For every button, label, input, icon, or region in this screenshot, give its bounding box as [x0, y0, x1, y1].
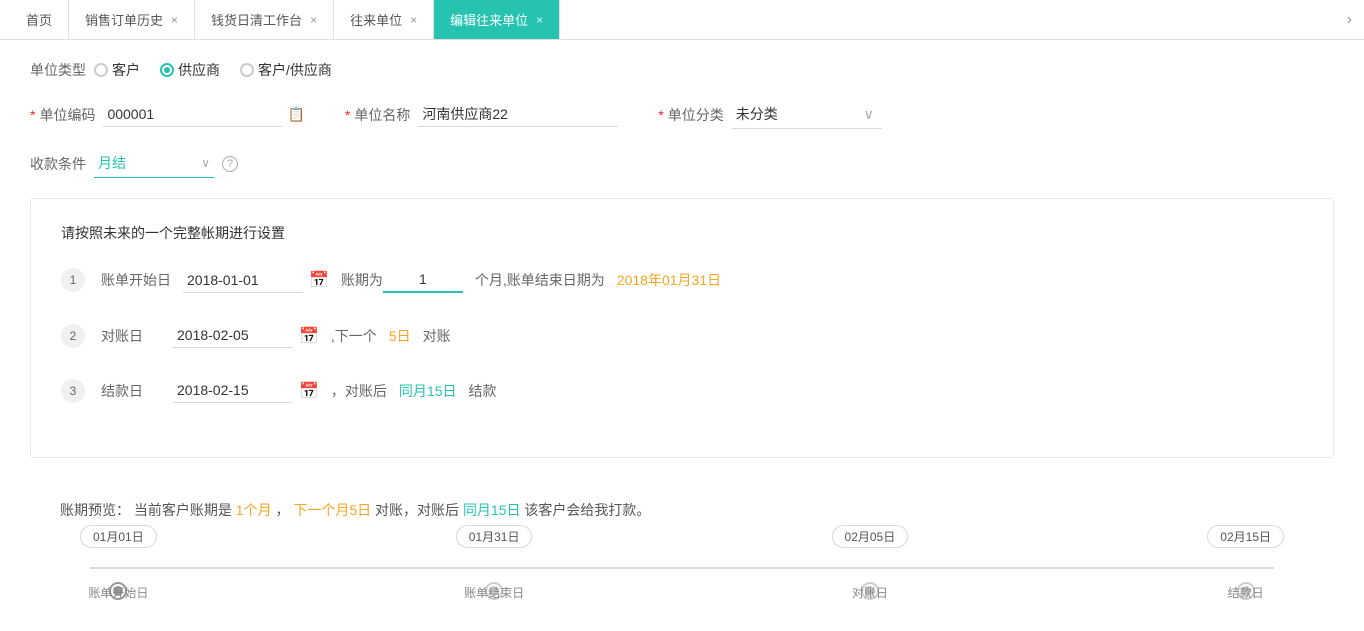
- tab-sales-order[interactable]: 销售订单历史 ×: [69, 0, 195, 39]
- required-star: *: [658, 107, 663, 123]
- unit-type-radio-group: 客户 供应商 客户/供应商: [94, 60, 332, 80]
- preview-mid2: 对账，对账后: [375, 502, 459, 518]
- unit-name-label: 单位名称: [354, 105, 410, 125]
- preview-mid1: ，: [275, 502, 289, 518]
- close-icon[interactable]: ×: [171, 13, 178, 27]
- setting-row-1: 1 账单开始日 📅 账期为 个月,账单结束日期为 2018年01月31日: [61, 267, 1303, 293]
- preview-period: 1个月: [236, 502, 272, 518]
- row-number-1: 1: [61, 268, 85, 292]
- help-icon[interactable]: ?: [222, 156, 238, 172]
- unit-category-group: * 单位分类 未分类 ∨: [658, 100, 881, 129]
- timeline-label-4: 结款日: [1228, 584, 1264, 601]
- tab-partner[interactable]: 往来单位 ×: [334, 0, 434, 39]
- calendar-icon[interactable]: 📅: [299, 381, 319, 401]
- payment-terms-select[interactable]: 月结 ∨: [94, 149, 214, 178]
- row-desc-2-after: 对账: [423, 326, 451, 346]
- row-label-payment: 结款日: [101, 381, 161, 401]
- payment-terms-row: 收款条件 月结 ∨ ?: [30, 149, 1334, 178]
- settings-box: 请按照未来的一个完整帐期进行设置 1 账单开始日 📅 账期为 个月,账单结束日期…: [30, 198, 1334, 458]
- unit-code-group: * 单位编码 📋: [30, 102, 305, 127]
- row-label-start: 账单开始日: [101, 270, 171, 290]
- unit-code-input[interactable]: [103, 102, 283, 127]
- timeline-point-4: 02月15日 结款日: [1207, 553, 1284, 601]
- unit-type-row: 单位类型 客户 供应商 客户/供应商: [30, 60, 1334, 80]
- main-content: 单位类型 客户 供应商 客户/供应商 * 单位编码 📋: [0, 40, 1364, 631]
- chevron-down-icon: ∨: [201, 156, 210, 170]
- unit-code-label: 单位编码: [39, 105, 95, 125]
- unit-name-input[interactable]: [418, 102, 618, 127]
- reconcile-day-highlight: 5日: [389, 326, 411, 346]
- tab-edit-partner[interactable]: 编辑往来单位 ×: [434, 0, 560, 39]
- radio-both[interactable]: 客户/供应商: [240, 60, 332, 80]
- unit-info-row: * 单位编码 📋 * 单位名称 * 单位分类 未分类 ∨: [30, 100, 1334, 129]
- timeline-points: 01月01日 账单开始日 01月31日 账单结束日 02月05日 对账日 02月…: [80, 553, 1284, 601]
- radio-circle-customer: [94, 63, 108, 77]
- row-label-reconcile: 对账日: [101, 326, 161, 346]
- unit-type-label: 单位类型: [30, 60, 86, 80]
- timeline-date-1: 01月01日: [80, 525, 157, 548]
- copy-icon[interactable]: 📋: [287, 106, 304, 123]
- payment-terms-value: 月结: [98, 153, 197, 173]
- calendar-icon[interactable]: 📅: [299, 326, 319, 346]
- payment-day-highlight: 同月15日: [399, 381, 457, 401]
- preview-before: 当前客户账期是: [134, 502, 232, 518]
- row-desc-3-before: ，对账后: [331, 381, 387, 401]
- preview-section: 账期预览： 当前客户账期是 1个月 ， 下一个月5日 对账，对账后 同月15日 …: [30, 478, 1334, 611]
- radio-supplier[interactable]: 供应商: [160, 60, 220, 80]
- preview-reconcile-day: 下一个月5日: [293, 502, 371, 518]
- radio-circle-supplier: [160, 63, 174, 77]
- timeline-label-1: 账单开始日: [88, 584, 148, 601]
- setting-row-2: 2 对账日 📅 ,下一个 5日 对账: [61, 323, 1303, 348]
- unit-name-group: * 单位名称: [345, 102, 618, 127]
- tab-arrow[interactable]: ›: [1335, 11, 1364, 29]
- radio-customer[interactable]: 客户: [94, 60, 140, 80]
- preview-text: 账期预览： 当前客户账期是 1个月 ， 下一个月5日 对账，对账后 同月15日 …: [60, 498, 1304, 523]
- end-date-highlight: 2018年01月31日: [617, 270, 721, 290]
- timeline: 01月01日 账单开始日 01月31日 账单结束日 02月05日 对账日 02月…: [60, 553, 1304, 601]
- row-number-3: 3: [61, 379, 85, 403]
- unit-category-value: 未分类: [736, 104, 860, 124]
- preview-end: 该客户会给我打款。: [524, 502, 650, 518]
- tab-cash-desk[interactable]: 钱货日清工作台 ×: [195, 0, 334, 39]
- timeline-point-1: 01月01日 账单开始日: [80, 553, 157, 601]
- preview-label: 账期预览：: [60, 502, 130, 518]
- preview-payment-day: 同月15日: [463, 502, 521, 518]
- tab-bar: 首页 销售订单历史 × 钱货日清工作台 × 往来单位 × 编辑往来单位 × ›: [0, 0, 1364, 40]
- close-icon[interactable]: ×: [536, 13, 543, 27]
- close-icon[interactable]: ×: [310, 13, 317, 27]
- tab-home[interactable]: 首页: [10, 0, 69, 39]
- setting-row-3: 3 结款日 📅 ，对账后 同月15日 结款: [61, 378, 1303, 403]
- timeline-date-4: 02月15日: [1207, 525, 1284, 548]
- row-desc-1-before: 账期为: [341, 270, 383, 290]
- timeline-label-3: 对账日: [852, 584, 888, 601]
- payment-date-input[interactable]: [173, 378, 293, 403]
- chevron-down-icon: ∨: [864, 106, 874, 123]
- period-input[interactable]: [383, 267, 463, 293]
- timeline-point-3: 02月05日 对账日: [832, 553, 909, 601]
- payment-terms-label: 收款条件: [30, 154, 86, 174]
- row-desc-2-before: ,下一个: [331, 326, 377, 346]
- timeline-date-2: 01月31日: [456, 525, 533, 548]
- reconcile-date-input[interactable]: [173, 323, 293, 348]
- timeline-date-3: 02月05日: [832, 525, 909, 548]
- unit-code-wrapper: 📋: [103, 102, 304, 127]
- unit-category-label: 单位分类: [668, 105, 724, 125]
- timeline-label-2: 账单结束日: [464, 584, 524, 601]
- row-desc-3-after: 结款: [469, 381, 497, 401]
- required-star: *: [345, 107, 350, 123]
- unit-category-dropdown[interactable]: 未分类 ∨: [732, 100, 882, 129]
- start-date-input[interactable]: [183, 268, 303, 293]
- timeline-point-2: 01月31日 账单结束日: [456, 553, 533, 601]
- required-star: *: [30, 107, 35, 123]
- radio-circle-both: [240, 63, 254, 77]
- close-icon[interactable]: ×: [410, 13, 417, 27]
- calendar-icon[interactable]: 📅: [309, 270, 329, 290]
- settings-title: 请按照未来的一个完整帐期进行设置: [61, 223, 1303, 243]
- row-desc-1-after: 个月,账单结束日期为: [475, 270, 605, 290]
- unit-name-wrapper: [418, 102, 618, 127]
- row-number-2: 2: [61, 324, 85, 348]
